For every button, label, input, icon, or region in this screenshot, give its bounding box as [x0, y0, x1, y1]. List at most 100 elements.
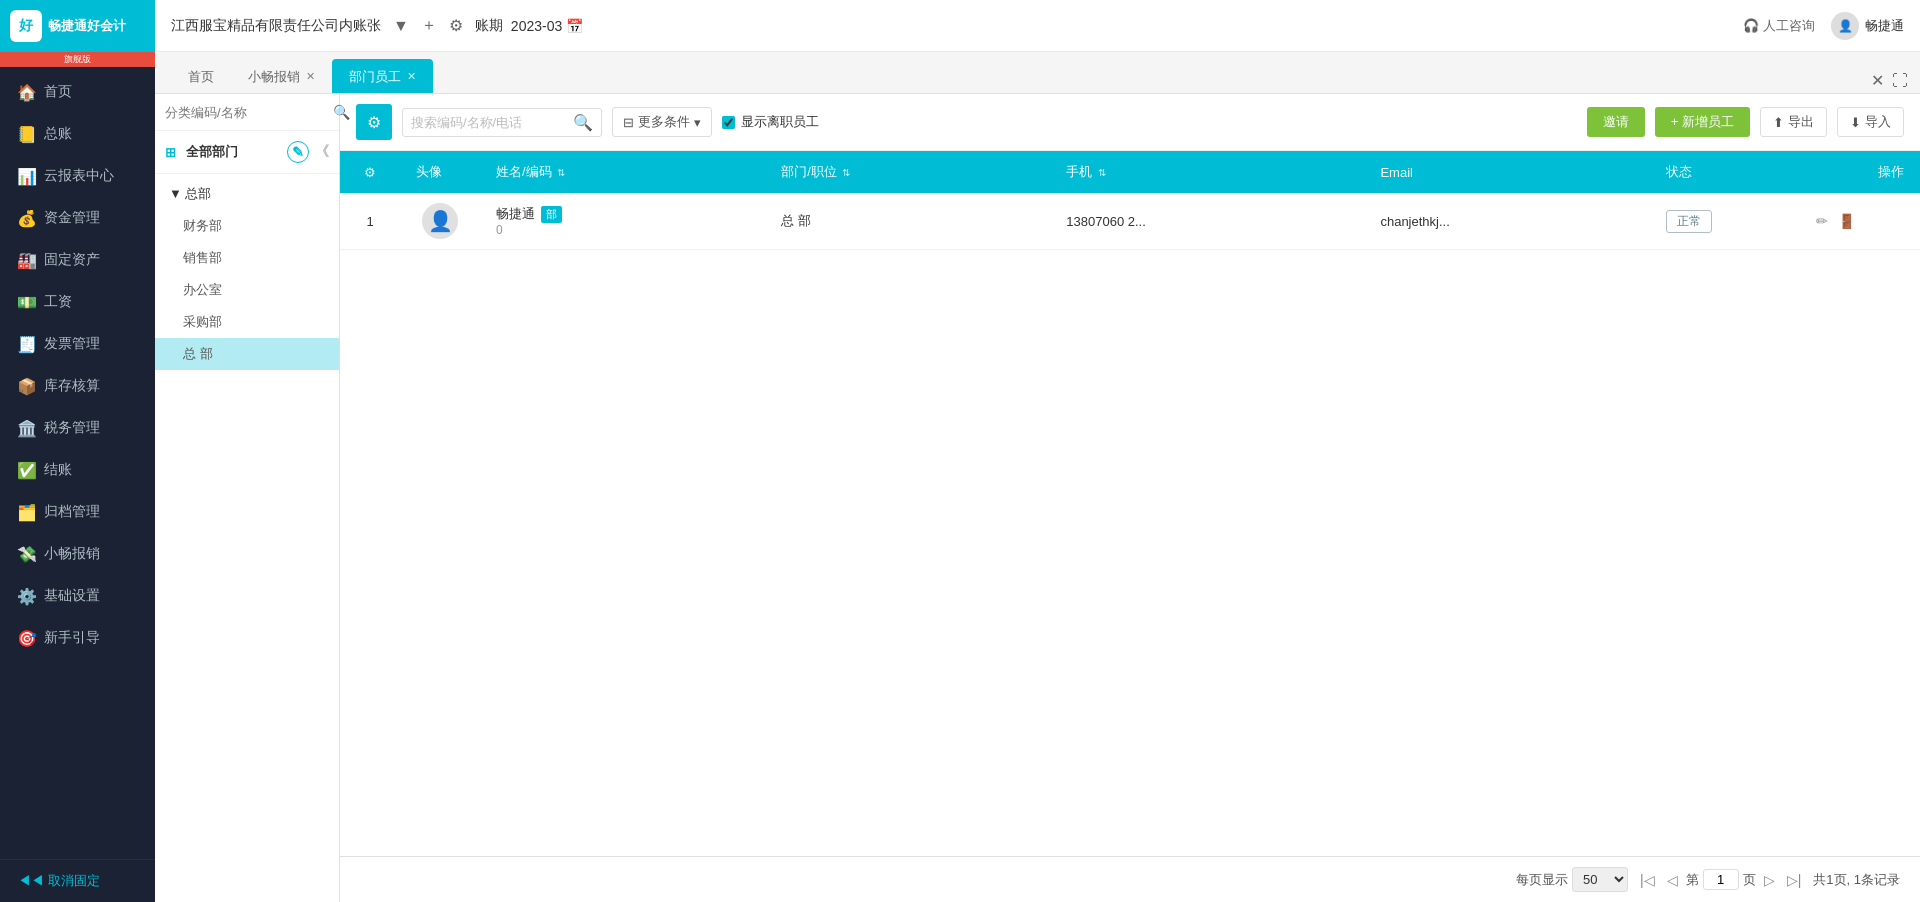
sidebar-item-inventory[interactable]: 📦 库存核算 — [0, 365, 155, 407]
dept-grid-icon: ⊞ — [165, 145, 176, 160]
unpin-button[interactable]: ◀◀ 取消固定 — [0, 859, 155, 902]
page-navigation: |◁ ◁ 第 页 ▷ ▷| — [1636, 869, 1805, 890]
search-input[interactable] — [411, 115, 567, 130]
dept-search-bar: 🔍 — [155, 94, 339, 131]
dept-node-purchase[interactable]: 采购部 — [155, 306, 339, 338]
invite-button[interactable]: 邀请 — [1587, 107, 1645, 137]
inventory-icon: 📦 — [18, 377, 36, 395]
service-label: 人工咨询 — [1763, 17, 1815, 35]
employee-table: ⚙ 头像 姓名/编码 ⇅ 部门/职位 ⇅ 手机 ⇅ Email 状态 操作 1 — [340, 151, 1920, 856]
cell-email: chanjethkj... — [1364, 193, 1650, 250]
sidebar-item-close[interactable]: ✅ 结账 — [0, 449, 155, 491]
ledger-icon: 📒 — [18, 125, 36, 143]
last-page-button[interactable]: ▷| — [1783, 870, 1806, 890]
edit-button[interactable]: ✏ — [1816, 213, 1828, 229]
user-info[interactable]: 👤 畅捷通 — [1831, 12, 1904, 40]
sidebar-item-archive[interactable]: 🗂️ 归档管理 — [0, 491, 155, 533]
tab-close-button[interactable]: ✕ — [1871, 73, 1884, 89]
col-index: ⚙ — [340, 151, 400, 193]
dept-node-sales[interactable]: 销售部 — [155, 242, 339, 274]
sidebar-item-funds[interactable]: 💰 资金管理 — [0, 197, 155, 239]
page-size-selector: 每页显示 50 100 200 — [1516, 867, 1628, 892]
toolbar: ⚙ 🔍 ⊟ 更多条件 ▾ 显示离职员工 邀请 + 新增员工 — [340, 94, 1920, 151]
col-name[interactable]: 姓名/编码 ⇅ — [480, 151, 765, 193]
dept-panel: 🔍 ⊞ 全部部门 ✎ 《 ▼ 总部 财务部 销售部 办公室 采购部 总 部 — [155, 94, 340, 902]
page-label: 第 — [1686, 871, 1699, 889]
toolbar-right: 邀请 + 新增员工 ⬆ 导出 ⬇ 导入 — [1587, 107, 1904, 137]
sidebar-item-reports[interactable]: 📊 云报表中心 — [0, 155, 155, 197]
dept-collapse-button[interactable]: 《 — [315, 143, 329, 161]
main-area: 江西服宝精品有限责任公司内账张 ▼ ＋ ⚙ 账期 2023-03 📅 🎧 人工咨… — [155, 0, 1920, 902]
add-dept-button[interactable]: ✎ — [287, 141, 309, 163]
employee-code: 0 — [496, 223, 749, 237]
settings-button[interactable]: ⚙ — [449, 16, 463, 35]
add-company-button[interactable]: ＋ — [421, 15, 437, 36]
guide-icon: 🎯 — [18, 629, 36, 647]
import-label: 导入 — [1865, 113, 1891, 131]
dept-node-finance[interactable]: 财务部 — [155, 210, 339, 242]
next-page-button[interactable]: ▷ — [1760, 870, 1779, 890]
import-button[interactable]: ⬇ 导入 — [1837, 107, 1904, 137]
sidebar-item-invoice[interactable]: 🧾 发票管理 — [0, 323, 155, 365]
service-button[interactable]: 🎧 人工咨询 — [1743, 17, 1815, 35]
sidebar-item-guide[interactable]: 🎯 新手引导 — [0, 617, 155, 659]
avatar: 👤 — [1831, 12, 1859, 40]
col-phone[interactable]: 手机 ⇅ — [1050, 151, 1364, 193]
tab-home[interactable]: 首页 — [171, 59, 231, 93]
period-display: 账期 2023-03 📅 — [475, 17, 583, 35]
prev-page-button[interactable]: ◁ — [1663, 870, 1682, 890]
add-employee-button[interactable]: + 新增员工 — [1655, 107, 1750, 137]
sidebar-item-label: 云报表中心 — [44, 167, 114, 185]
settings-icon: ⚙️ — [18, 587, 36, 605]
tab-expense[interactable]: 小畅报销 ✕ — [231, 59, 332, 93]
search-box: 🔍 — [402, 108, 602, 137]
sidebar-item-expense[interactable]: 💸 小畅报销 — [0, 533, 155, 575]
tab-bar-right: ✕ ⛶ — [1871, 73, 1920, 93]
show-resigned-checkbox[interactable] — [722, 116, 735, 129]
col-dept[interactable]: 部门/职位 ⇅ — [765, 151, 1050, 193]
delete-button[interactable]: 🚪 — [1838, 213, 1855, 229]
cell-phone: 13807060 2... — [1050, 193, 1364, 250]
dept-node-head[interactable]: ▼ 总部 — [155, 178, 339, 210]
cell-index: 1 — [340, 193, 400, 250]
sidebar-item-settings[interactable]: ⚙️ 基础设置 — [0, 575, 155, 617]
table-settings-button[interactable]: ⚙ — [356, 104, 392, 140]
export-button[interactable]: ⬆ 导出 — [1760, 107, 1827, 137]
tab-expense-close[interactable]: ✕ — [306, 70, 315, 83]
sidebar-item-tax[interactable]: 🏛️ 税务管理 — [0, 407, 155, 449]
cell-dept: 总 部 — [765, 193, 1050, 250]
sidebar-item-label: 基础设置 — [44, 587, 100, 605]
sidebar-item-home[interactable]: 🏠 首页 — [0, 71, 155, 113]
close-accounts-icon: ✅ — [18, 461, 36, 479]
per-page-label: 每页显示 — [1516, 871, 1568, 889]
filter-button[interactable]: ⊟ 更多条件 ▾ — [612, 107, 712, 137]
add-employee-label: + 新增员工 — [1671, 113, 1734, 131]
per-page-select[interactable]: 50 100 200 — [1572, 867, 1628, 892]
import-icon: ⬇ — [1850, 115, 1861, 130]
app-logo: 好 畅捷通好会计 — [0, 0, 155, 52]
tab-expand-button[interactable]: ⛶ — [1892, 73, 1908, 89]
company-dropdown-icon[interactable]: ▼ — [393, 17, 409, 35]
pagination: 每页显示 50 100 200 |◁ ◁ 第 页 ▷ ▷| 共1页, 1 — [340, 856, 1920, 902]
dept-node-office[interactable]: 办公室 — [155, 274, 339, 306]
page-input[interactable] — [1703, 869, 1739, 890]
dept-node-general[interactable]: 总 部 — [155, 338, 339, 370]
sidebar-item-label: 结账 — [44, 461, 72, 479]
expense-icon: 💸 — [18, 545, 36, 563]
sidebar-item-assets[interactable]: 🏭 固定资产 — [0, 239, 155, 281]
search-icon[interactable]: 🔍 — [573, 113, 593, 132]
dept-search-input[interactable] — [165, 105, 333, 120]
cell-status: 正常 — [1650, 193, 1800, 250]
first-page-button[interactable]: |◁ — [1636, 870, 1659, 890]
sidebar-item-salary[interactable]: 💵 工资 — [0, 281, 155, 323]
table-body: 1 👤 畅捷通 部 0 总 部 — [340, 193, 1920, 250]
logo-icon: 好 — [10, 10, 42, 42]
tab-dept-close[interactable]: ✕ — [407, 70, 416, 83]
sidebar-item-label: 总账 — [44, 125, 72, 143]
employee-name-text: 畅捷通 — [496, 205, 535, 223]
sidebar-item-ledger[interactable]: 📒 总账 — [0, 113, 155, 155]
period-label: 账期 — [475, 17, 503, 35]
show-resigned-toggle[interactable]: 显示离职员工 — [722, 113, 819, 131]
calendar-icon[interactable]: 📅 — [566, 18, 583, 34]
tab-dept[interactable]: 部门员工 ✕ — [332, 59, 433, 93]
